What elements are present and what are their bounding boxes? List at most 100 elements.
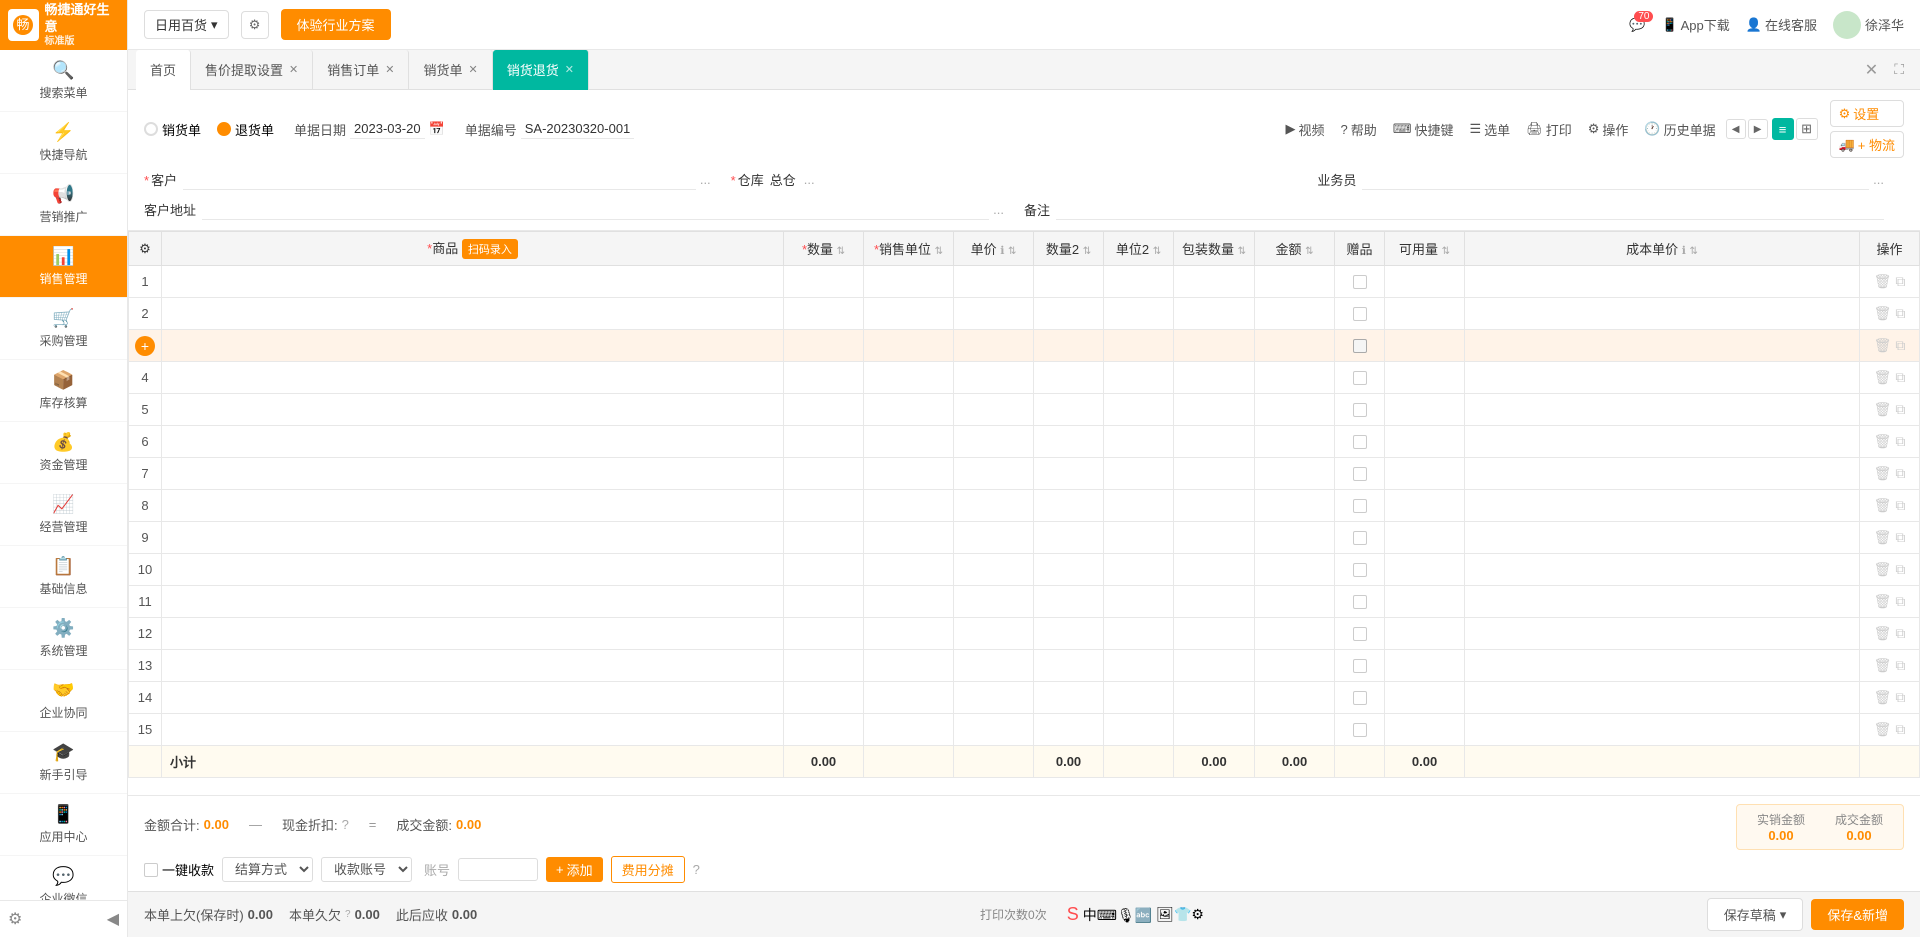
unit-cell[interactable] <box>864 330 954 362</box>
product-cell-active[interactable] <box>162 330 784 362</box>
packqty-cell[interactable] <box>1174 298 1255 330</box>
tab-sale-return-close[interactable]: ✕ <box>565 63 574 76</box>
add-payment-button[interactable]: + 添加 <box>546 857 603 882</box>
available-cell[interactable] <box>1385 330 1465 362</box>
copy-icon[interactable]: ⧉ <box>1895 273 1905 290</box>
qty-cell[interactable] <box>784 298 864 330</box>
experience-button[interactable]: 体验行业方案 <box>281 9 391 40</box>
unit2-sort-icon[interactable]: ⇅ <box>1153 246 1161 257</box>
delete-icon[interactable]: 🗑 <box>1874 433 1892 450</box>
delete-icon[interactable]: 🗑 <box>1874 593 1892 610</box>
history-btn[interactable]: 🕐 历史单据 <box>1638 117 1721 142</box>
daily-select[interactable]: 日用百货 ▾ <box>144 10 229 39</box>
operate-btn[interactable]: ⚙ 操作 <box>1582 117 1635 142</box>
copy-icon[interactable]: ⧉ <box>1895 305 1905 322</box>
account-select[interactable]: 收款账号 <box>321 857 412 882</box>
copy-icon[interactable]: ⧉ <box>1895 721 1905 738</box>
next-arrow[interactable]: ▶ <box>1748 119 1768 139</box>
customer-input[interactable] <box>183 168 696 190</box>
print-btn[interactable]: 🖨 打印 <box>1520 117 1578 142</box>
warehouse-dots[interactable]: ... <box>804 172 815 187</box>
delete-icon[interactable]: 🗑 <box>1874 721 1892 738</box>
staff-input[interactable] <box>1362 168 1869 190</box>
collapse-icon[interactable]: ◀ <box>107 909 119 929</box>
qty2-cell[interactable] <box>1034 330 1104 362</box>
qty2-cell[interactable] <box>1034 266 1104 298</box>
packqty-cell[interactable] <box>1174 330 1255 362</box>
product-input[interactable] <box>168 338 777 353</box>
sidebar-item-marketing[interactable]: 📢 营销推广 <box>0 174 127 236</box>
amount-sort-icon[interactable]: ⇅ <box>1305 246 1313 257</box>
delete-icon[interactable]: 🗑 <box>1874 369 1892 386</box>
tab-sale-extract[interactable]: 售价提取设置 ✕ <box>191 50 313 90</box>
copy-icon[interactable]: ⧉ <box>1895 529 1905 546</box>
tab-sale-return[interactable]: 销货退货 ✕ <box>493 50 589 90</box>
sidebar-item-operations[interactable]: 📈 经营管理 <box>0 484 127 546</box>
gift-cell[interactable] <box>1335 298 1385 330</box>
packqty-cell[interactable] <box>1174 266 1255 298</box>
tab-sale-extract-close[interactable]: ✕ <box>289 63 298 76</box>
available-cell[interactable] <box>1385 266 1465 298</box>
message-icon[interactable]: 💬 70 <box>1629 17 1645 33</box>
copy-icon[interactable]: ⧉ <box>1895 401 1905 418</box>
delete-icon[interactable]: 🗑 <box>1874 337 1892 354</box>
sidebar-item-guide[interactable]: 🎓 新手引导 <box>0 732 127 794</box>
table-view-btn[interactable]: ⊞ <box>1796 118 1818 140</box>
copy-icon[interactable]: ⧉ <box>1895 433 1905 450</box>
copy-icon[interactable]: ⧉ <box>1895 369 1905 386</box>
tab-sale-order-close[interactable]: ✕ <box>385 63 394 76</box>
app-download-link[interactable]: 📱 App下载 <box>1661 15 1729 34</box>
sidebar-item-shortcut[interactable]: ⚡ 快捷导航 <box>0 112 127 174</box>
copy-icon[interactable]: ⧉ <box>1895 593 1905 610</box>
amount-cell[interactable] <box>1255 266 1335 298</box>
add-row-button[interactable]: + <box>135 336 155 356</box>
sidebar-item-enterprise[interactable]: 🤝 企业协同 <box>0 670 127 732</box>
customer-dots[interactable]: ... <box>700 172 711 187</box>
method-select[interactable]: 结算方式 <box>222 857 313 882</box>
settings-bottom-icon[interactable]: ⚙ <box>8 909 22 929</box>
delete-icon[interactable]: 🗑 <box>1874 657 1892 674</box>
logistics-action-btn[interactable]: 🚚 + 物流 <box>1830 131 1904 158</box>
sidebar-item-appstore[interactable]: 📱 应用中心 <box>0 794 127 856</box>
copy-icon[interactable]: ⧉ <box>1895 689 1905 706</box>
calendar-icon[interactable]: 📅 <box>429 121 445 137</box>
scan-btn[interactable]: 扫码录入 <box>462 239 518 259</box>
sidebar-item-basic[interactable]: 📋 基础信息 <box>0 546 127 608</box>
packqty-sort-icon[interactable]: ⇅ <box>1238 246 1246 257</box>
amount-cell[interactable] <box>1255 330 1335 362</box>
grid-view-btn[interactable]: ≡ <box>1772 118 1794 140</box>
price-sort-icon[interactable]: ⇅ <box>1008 246 1016 257</box>
copy-icon[interactable]: ⧉ <box>1895 497 1905 514</box>
number-value[interactable]: SA-20230320-001 <box>521 119 635 139</box>
save-new-button[interactable]: 保存&新增 <box>1811 899 1904 930</box>
delete-icon[interactable]: 🗑 <box>1874 305 1892 322</box>
cost-sort-icon[interactable]: ⇅ <box>1690 246 1698 257</box>
user-info[interactable]: 徐泽华 <box>1833 11 1904 39</box>
delete-icon[interactable]: 🗑 <box>1874 625 1892 642</box>
address-dots[interactable]: ... <box>993 202 1004 217</box>
qty2-cell[interactable] <box>1034 298 1104 330</box>
th-gear[interactable]: ⚙ <box>129 232 162 266</box>
delete-icon[interactable]: 🗑 <box>1874 529 1892 546</box>
copy-icon[interactable]: ⧉ <box>1895 625 1905 642</box>
feesplit-button[interactable]: 费用分摊 <box>611 856 685 883</box>
one-click-checkbox[interactable]: 一键收款 <box>144 860 214 879</box>
cost-cell[interactable] <box>1465 330 1860 362</box>
delete-icon[interactable]: 🗑 <box>1874 401 1892 418</box>
help-btn[interactable]: ? 帮助 <box>1334 117 1382 142</box>
gift-cell[interactable] <box>1335 330 1385 362</box>
online-service-link[interactable]: 👤 在线客服 <box>1746 15 1817 34</box>
sidebar-item-sales[interactable]: 📊 销售管理 <box>0 236 127 298</box>
unit2-cell[interactable] <box>1104 298 1174 330</box>
single-debt-info[interactable]: ? <box>345 909 351 920</box>
copy-icon[interactable]: ⧉ <box>1895 657 1905 674</box>
qty2-sort-icon[interactable]: ⇅ <box>1083 246 1091 257</box>
copy-icon[interactable]: ⧉ <box>1895 561 1905 578</box>
tab-home[interactable]: 首页 <box>136 50 191 90</box>
save-draft-button[interactable]: 保存草稿 ▾ <box>1707 898 1804 931</box>
price-cell[interactable] <box>954 266 1034 298</box>
sidebar-item-purchase[interactable]: 🛒 采购管理 <box>0 298 127 360</box>
unit-sort-icon[interactable]: ⇅ <box>935 246 943 257</box>
address-input[interactable] <box>202 198 989 220</box>
copy-icon[interactable]: ⧉ <box>1895 337 1905 354</box>
